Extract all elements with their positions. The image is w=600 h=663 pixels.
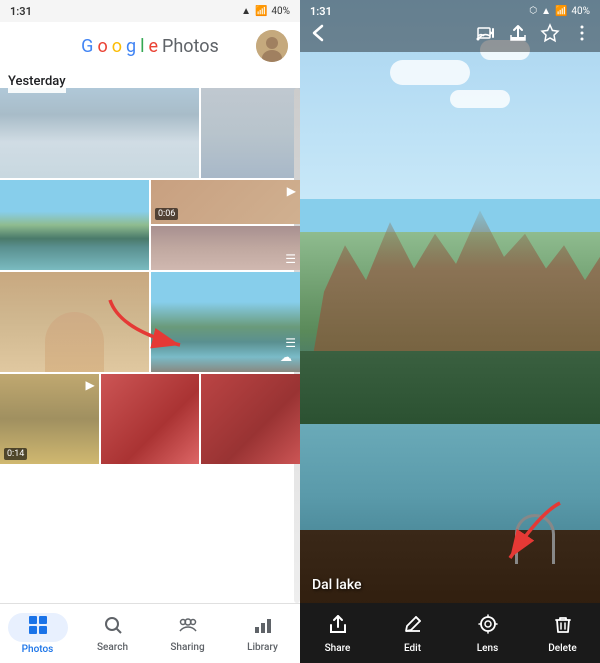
wifi-right-icon: ▲: [541, 6, 551, 17]
edit-label: Edit: [404, 643, 421, 654]
library-nav-icon: [253, 615, 273, 640]
photo-actions-bar: Share Edit Lens: [300, 603, 600, 663]
cloud-sync-icon: ☁: [280, 350, 292, 364]
boat-railing: [515, 514, 555, 564]
search-nav-label: Search: [97, 642, 128, 653]
sharing-nav-icon: [178, 615, 198, 640]
grid-row-2: 0:06 ▶ ☰: [0, 180, 300, 270]
menu-icon-2: ☰: [285, 336, 296, 350]
back-button[interactable]: [308, 23, 328, 48]
delete-action[interactable]: Delete: [525, 603, 600, 663]
lens-label: Lens: [477, 643, 498, 654]
lens-icon: [477, 613, 499, 640]
photo-cell[interactable]: [0, 88, 199, 178]
status-bar-right: 1:31 ⬡ ▲ 📶 40%: [300, 0, 600, 22]
play-icon-2: ▶: [85, 378, 94, 392]
nav-item-library[interactable]: Library: [225, 604, 300, 663]
video-duration-badge-2: 0:14: [4, 448, 27, 460]
app-logo: Google Photos: [81, 36, 219, 57]
header-action-icons: [476, 23, 592, 48]
avatar-button[interactable]: [256, 30, 288, 62]
nav-item-photos[interactable]: Photos: [0, 604, 75, 663]
photo-cell[interactable]: ☰: [151, 226, 300, 270]
play-icon: ▶: [287, 184, 296, 198]
grid-row-4: 0:14 ▶: [0, 374, 300, 464]
share-action[interactable]: Share: [300, 603, 375, 663]
photo-cell[interactable]: ☁ ☰: [151, 272, 300, 372]
share-label: Share: [325, 643, 351, 654]
signal-right-icon: 📶: [555, 6, 567, 17]
signal-icon: 📶: [255, 6, 267, 17]
photos-nav-label: Photos: [22, 644, 54, 655]
battery-left: 40%: [271, 6, 290, 17]
date-label: Yesterday: [8, 70, 66, 93]
grid-row-1: [0, 88, 300, 178]
library-nav-label: Library: [247, 642, 278, 653]
share-icon: [327, 613, 349, 640]
cast-status-icon: ⬡: [529, 6, 537, 16]
cloud-1: [390, 60, 470, 85]
photos-nav-icon: [28, 615, 48, 640]
tree-layer: [300, 351, 600, 431]
grid-row-3: ☁ ☰: [0, 272, 300, 372]
time-right: 1:31: [310, 5, 332, 18]
edit-action[interactable]: Edit: [375, 603, 450, 663]
main-photo-view[interactable]: Dal lake: [300, 0, 600, 663]
app-header-left: Google Photos: [0, 22, 300, 70]
nav-item-sharing[interactable]: Sharing: [150, 604, 225, 663]
photo-cell[interactable]: 0:14 ▶: [0, 374, 99, 464]
bottom-nav: Photos Search Sharing: [0, 603, 300, 663]
wifi-icon: ▲: [241, 6, 251, 17]
sharing-nav-label: Sharing: [170, 642, 204, 653]
delete-icon: [552, 613, 574, 640]
status-bar-left: 1:31 ▲ 📶 40%: [0, 0, 300, 22]
edit-icon: [402, 613, 424, 640]
cloud-2: [450, 90, 510, 108]
right-panel: 1:31 ⬡ ▲ 📶 40%: [300, 0, 600, 663]
video-duration-badge: 0:06: [155, 208, 178, 220]
time-left: 1:31: [10, 5, 32, 18]
photo-caption: Dal lake: [312, 577, 362, 593]
grid-col-right: 0:06 ▶ ☰: [151, 180, 300, 270]
star-button[interactable]: [540, 23, 560, 48]
status-icons-right: ⬡ ▲ 📶 40%: [529, 6, 590, 17]
photos-container[interactable]: 0:06 ▶ ☰ ☁: [0, 88, 300, 603]
photo-cell[interactable]: [0, 272, 149, 372]
photo-cell[interactable]: [201, 88, 300, 178]
nav-item-search[interactable]: Search: [75, 604, 150, 663]
battery-right: 40%: [571, 6, 590, 17]
lens-action[interactable]: Lens: [450, 603, 525, 663]
delete-label: Delete: [548, 643, 576, 654]
water-layer: [300, 424, 600, 543]
photo-cell[interactable]: 0:06 ▶: [151, 180, 300, 224]
cast-button[interactable]: [476, 23, 496, 48]
photo-cell[interactable]: [201, 374, 300, 464]
status-icons-left: ▲ 📶 40%: [241, 6, 290, 17]
photo-cell[interactable]: [0, 180, 149, 270]
photo-cell[interactable]: [101, 374, 200, 464]
upload-button[interactable]: [508, 23, 528, 48]
search-nav-icon: [103, 615, 123, 640]
more-options-button[interactable]: [572, 23, 592, 48]
photo-grid: Yesterday: [0, 70, 300, 603]
left-panel: 1:31 ▲ 📶 40% Google Photos Yesterday: [0, 0, 300, 663]
menu-icon: ☰: [285, 252, 296, 266]
